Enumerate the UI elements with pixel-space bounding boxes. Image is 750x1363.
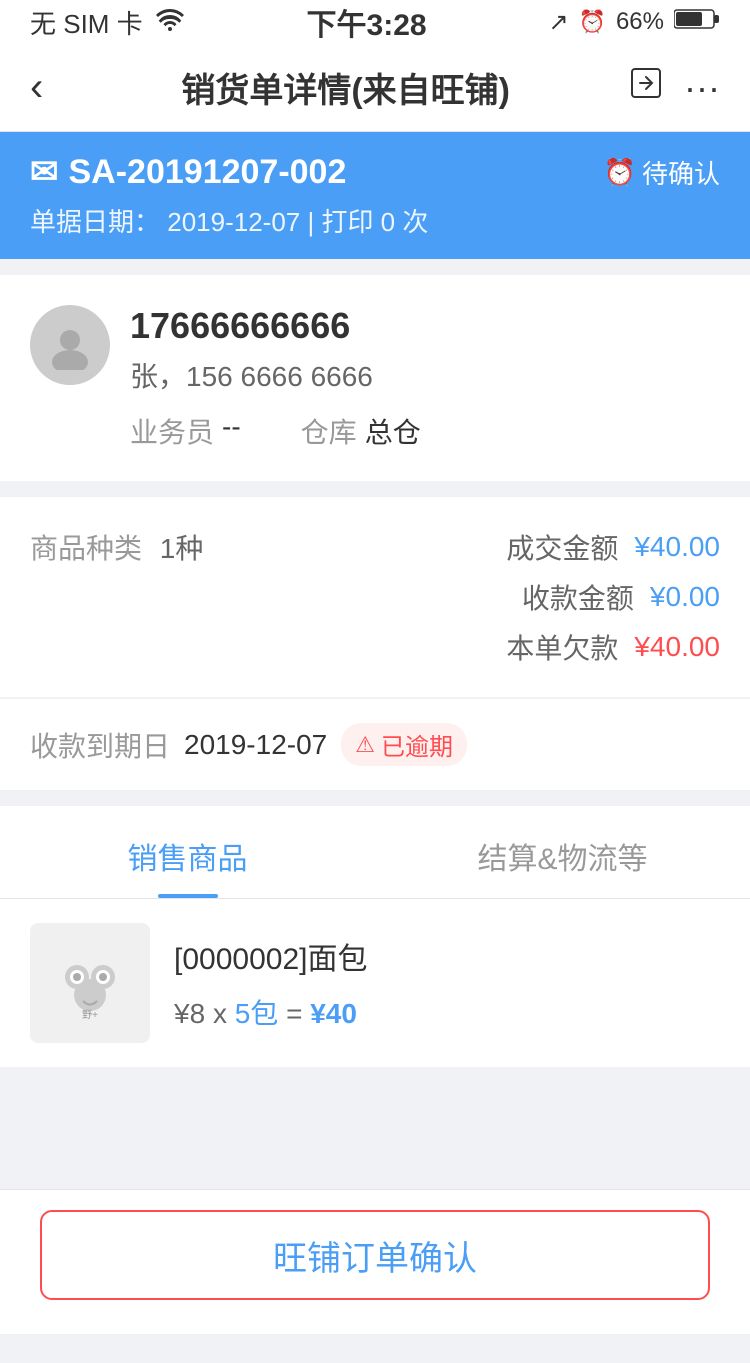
svg-text:野+: 野+ xyxy=(82,1009,98,1021)
order-header: ✉ SA-20191207-002 ⏰ 待确认 单据日期： 2019-12-07… xyxy=(0,132,750,259)
warehouse-label: 仓库 xyxy=(301,411,357,451)
status-bar-time: 下午3:28 xyxy=(307,0,427,44)
customer-phone: 17666666666 xyxy=(130,305,720,347)
transaction-label: 成交金额 xyxy=(506,527,618,567)
tab-products[interactable]: 销售商品 xyxy=(0,806,375,898)
overdue-text: 已逾期 xyxy=(381,727,453,762)
nav-actions: ··· xyxy=(628,65,720,110)
owed-row: 本单欠款 ¥40.00 xyxy=(506,627,720,667)
total-value: ¥40 xyxy=(310,998,357,1029)
tab-settlement[interactable]: 结算&物流等 xyxy=(375,806,750,898)
due-label: 收款到期日 xyxy=(30,725,170,765)
alarm-icon: ⏰ xyxy=(579,9,606,35)
wifi-icon xyxy=(155,7,185,38)
type-value: 1种 xyxy=(160,533,204,564)
page-title: 销货单详情(来自旺铺) xyxy=(63,63,628,112)
due-value: 2019-12-07 xyxy=(184,729,327,761)
order-number: ✉ SA-20191207-002 xyxy=(30,152,346,192)
owed-label: 本单欠款 xyxy=(506,627,618,667)
owed-value: ¥40.00 xyxy=(634,631,720,663)
overdue-badge: ⚠ 已逾期 xyxy=(341,723,467,766)
received-value: ¥0.00 xyxy=(650,581,720,613)
price-multiplier: x xyxy=(213,998,235,1029)
battery-icon xyxy=(674,8,720,37)
sim-label: 无 SIM 卡 xyxy=(30,4,143,41)
sales-info: 业务员 -- xyxy=(130,411,241,451)
customer-meta: 业务员 -- 仓库 总仓 xyxy=(130,411,720,451)
sales-label: 业务员 xyxy=(130,411,214,451)
location-icon: ↗ xyxy=(548,8,568,37)
received-label: 收款金额 xyxy=(522,577,634,617)
order-status: ⏰ 待确认 xyxy=(604,154,720,191)
product-thumbnail: 野+ xyxy=(30,923,150,1043)
order-header-top: ✉ SA-20191207-002 ⏰ 待确认 xyxy=(30,152,720,192)
transaction-value: ¥40.00 xyxy=(634,531,720,563)
product-item: 野+ [0000002]面包 ¥8 x 5包 = ¥40 xyxy=(0,899,750,1067)
bottom-bar: 旺铺订单确认 xyxy=(0,1189,750,1334)
summary-section: 商品种类 1种 成交金额 ¥40.00 收款金额 ¥0.00 本单欠款 ¥40.… xyxy=(0,497,750,697)
tabs-section: 销售商品 结算&物流等 野+ [0000002]面包 ¥8 x xyxy=(0,806,750,1067)
customer-name: 张，156 6666 6666 xyxy=(130,355,720,395)
tabs-header: 销售商品 结算&物流等 xyxy=(0,806,750,899)
summary-left: 商品种类 1种 xyxy=(30,527,203,567)
product-price: ¥8 x 5包 = ¥40 xyxy=(174,992,720,1032)
summary-right: 成交金额 ¥40.00 收款金额 ¥0.00 本单欠款 ¥40.00 xyxy=(506,527,720,667)
battery-label: 66% xyxy=(616,8,664,36)
type-label: 商品种类 xyxy=(30,533,142,564)
nav-bar: ‹ 销货单详情(来自旺铺) ··· xyxy=(0,44,750,132)
received-row: 收款金额 ¥0.00 xyxy=(506,577,720,617)
overdue-icon: ⚠ xyxy=(355,732,375,758)
product-name: [0000002]面包 xyxy=(174,934,720,978)
sales-value: -- xyxy=(222,411,241,451)
customer-details: 17666666666 张，156 6666 6666 业务员 -- 仓库 总仓 xyxy=(130,305,720,451)
qty-value: 5包 xyxy=(235,998,279,1029)
equals-sign: = xyxy=(286,998,310,1029)
price-value: ¥8 xyxy=(174,998,205,1029)
status-bar: 无 SIM 卡 下午3:28 ↗ ⏰ 66% xyxy=(0,0,750,44)
status-bar-right: ↗ ⏰ 66% xyxy=(548,8,720,37)
share-icon[interactable] xyxy=(628,65,664,110)
more-icon[interactable]: ··· xyxy=(684,67,720,109)
status-clock-icon: ⏰ xyxy=(604,157,636,188)
transaction-row: 成交金额 ¥40.00 xyxy=(506,527,720,567)
avatar xyxy=(30,305,110,385)
confirm-order-button[interactable]: 旺铺订单确认 xyxy=(40,1210,710,1300)
customer-card: 17666666666 张，156 6666 6666 业务员 -- 仓库 总仓 xyxy=(0,275,750,481)
warehouse-info: 仓库 总仓 xyxy=(301,411,421,451)
warehouse-value: 总仓 xyxy=(365,411,421,451)
due-date-section: 收款到期日 2019-12-07 ⚠ 已逾期 xyxy=(0,699,750,790)
order-date: 单据日期： 2019-12-07 | 打印 0 次 xyxy=(30,202,720,239)
order-envelope-icon: ✉ xyxy=(30,152,59,192)
status-bar-left: 无 SIM 卡 xyxy=(30,4,185,41)
product-info: [0000002]面包 ¥8 x 5包 = ¥40 xyxy=(174,934,720,1032)
back-button[interactable]: ‹ xyxy=(30,65,63,110)
customer-info: 17666666666 张，156 6666 6666 业务员 -- 仓库 总仓 xyxy=(30,305,720,451)
